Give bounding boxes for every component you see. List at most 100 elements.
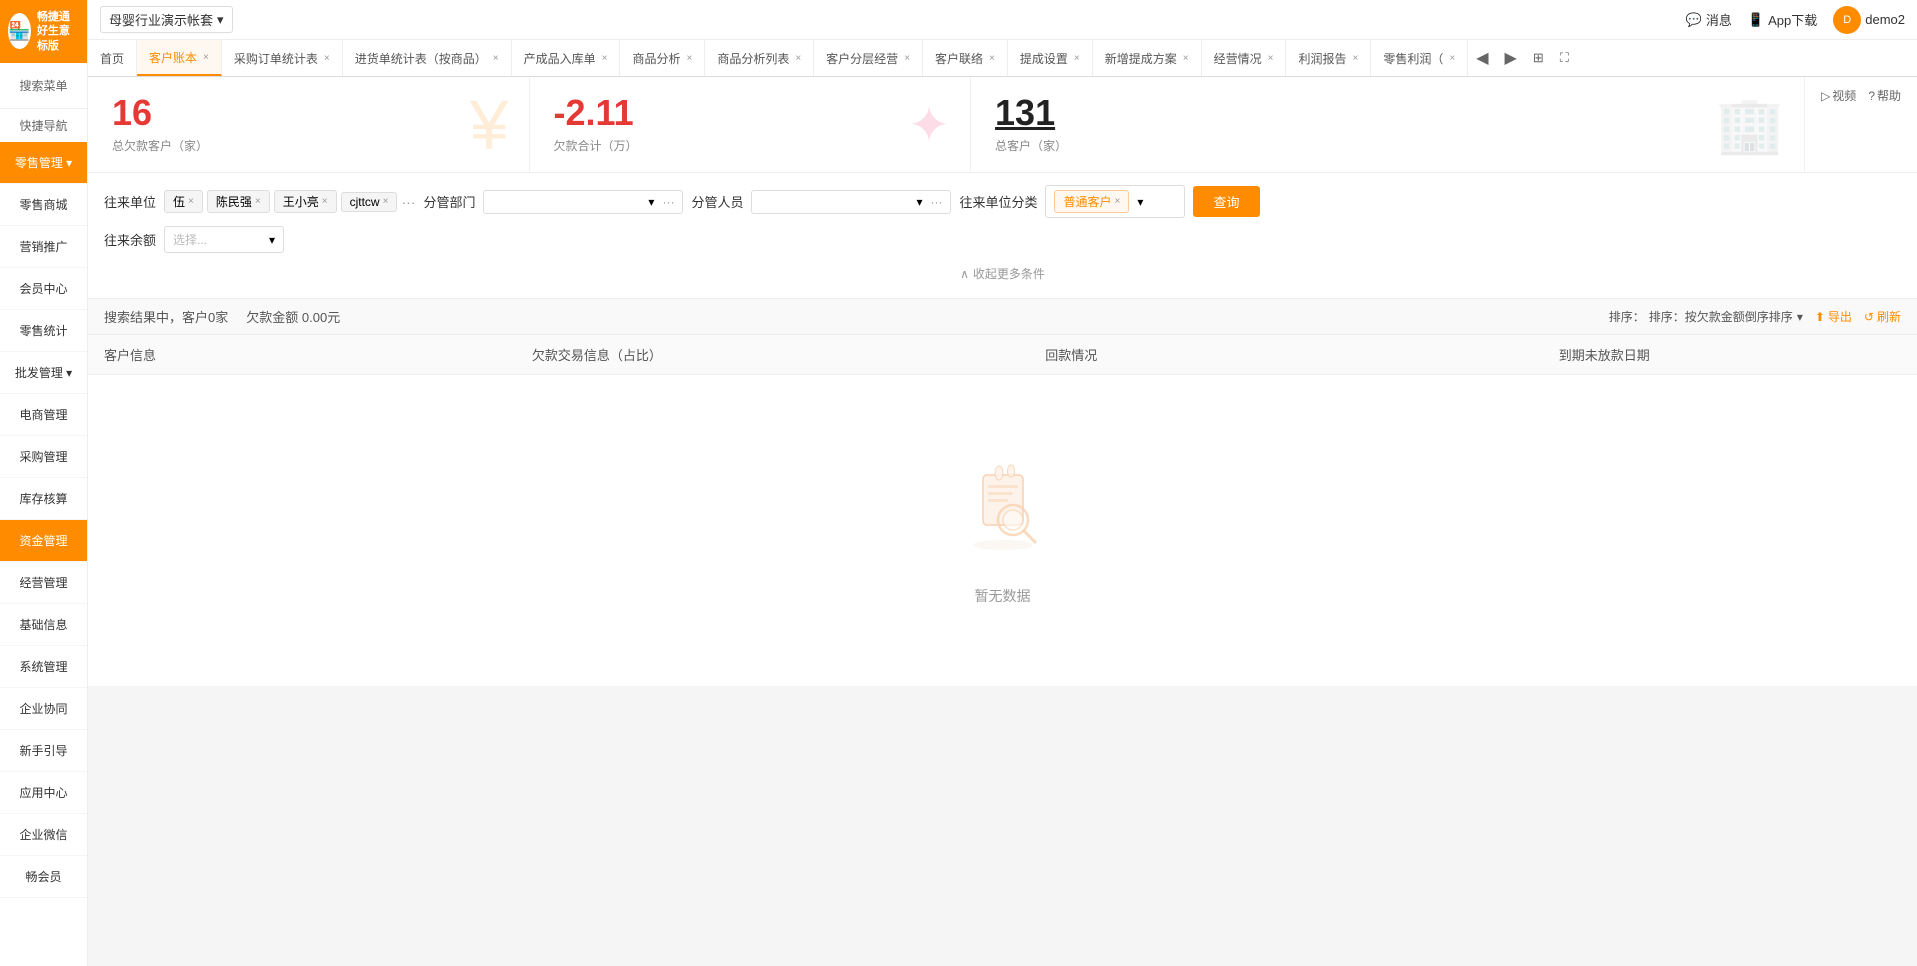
tab-close-contact[interactable]: × bbox=[989, 53, 995, 64]
tab-profit-report[interactable]: 利润报告 × bbox=[1286, 40, 1371, 76]
sidebar-item-sys-mgmt[interactable]: 系统管理 bbox=[0, 646, 87, 688]
tab-product-analysis[interactable]: 商品分析 × bbox=[620, 40, 705, 76]
user-avatar-area[interactable]: D demo2 bbox=[1833, 6, 1905, 34]
tab-close-stock[interactable]: × bbox=[493, 53, 499, 64]
tab-home[interactable]: 首页 bbox=[88, 40, 137, 76]
download-icon: 📱 bbox=[1748, 12, 1764, 28]
balance-select[interactable]: 选择... ▾ bbox=[164, 226, 284, 253]
sidebar-item-ops-mgmt[interactable]: 经营管理 bbox=[0, 562, 87, 604]
stat-debt-label: 欠款合计（万） bbox=[554, 137, 638, 154]
sidebar-item-purchase-mgmt[interactable]: 采购管理 bbox=[0, 436, 87, 478]
dept-select-arrow: ▾ bbox=[648, 195, 654, 209]
col-due-date: 到期未放款日期 bbox=[1559, 345, 1901, 364]
avatar: D bbox=[1833, 6, 1861, 34]
help-link[interactable]: ? 帮助 bbox=[1868, 87, 1901, 104]
tab-close-analysis-list[interactable]: × bbox=[795, 53, 801, 64]
sidebar-item-ecommerce[interactable]: 电商管理 bbox=[0, 394, 87, 436]
tab-menu-button[interactable]: ⊞ bbox=[1525, 50, 1552, 66]
username-label: demo2 bbox=[1865, 12, 1905, 27]
dept-select[interactable]: ▾ ··· bbox=[483, 190, 683, 214]
category-select-arrow: ▾ bbox=[1137, 195, 1143, 209]
refresh-button[interactable]: ↺ 刷新 bbox=[1864, 308, 1901, 325]
remove-tag-wang[interactable]: × bbox=[322, 196, 328, 207]
tab-close-accounts-receivable[interactable]: × bbox=[203, 52, 209, 63]
search-summary-bar: 搜索结果中，客户0家 欠款金额 0.00元 排序： 排序：按欠款金额倒序排序 ▾… bbox=[88, 299, 1917, 335]
refresh-icon: ↺ bbox=[1864, 310, 1874, 324]
tab-ops-status[interactable]: 经营情况 × bbox=[1202, 40, 1287, 76]
tab-close-segment[interactable]: × bbox=[904, 53, 910, 64]
tab-close-purchase[interactable]: × bbox=[324, 53, 330, 64]
col-customer-info: 客户信息 bbox=[104, 345, 532, 364]
tab-new-tips-plan[interactable]: 新增提成方案 × bbox=[1093, 40, 1202, 76]
sidebar-item-zero-retail[interactable]: 零售管理 ▾ bbox=[0, 142, 87, 184]
sidebar-item-enterprise-coop[interactable]: 企业协同 bbox=[0, 688, 87, 730]
sidebar-item-app-center[interactable]: 应用中心 bbox=[0, 772, 87, 814]
video-icon: ▷ bbox=[1821, 89, 1830, 103]
person-more-icon[interactable]: ··· bbox=[930, 195, 942, 209]
search-menu-button[interactable]: 搜索菜单 bbox=[8, 73, 79, 98]
table-header: 客户信息 欠款交易信息（占比） 回款情况 到期未放款日期 bbox=[88, 335, 1917, 375]
tab-customer-segment[interactable]: 客户分层经营 × bbox=[814, 40, 923, 76]
tab-close-retail-profit[interactable]: × bbox=[1449, 53, 1455, 64]
more-tags-button[interactable]: ··· bbox=[401, 194, 415, 210]
tab-stock-in-stats[interactable]: 进货单统计表（按商品） × bbox=[343, 40, 512, 76]
sidebar-item-vip-member[interactable]: 畅会员 bbox=[0, 856, 87, 898]
sidebar-item-retail-stats[interactable]: 零售统计 bbox=[0, 310, 87, 352]
sidebar-item-marketing[interactable]: 营销推广 bbox=[0, 226, 87, 268]
sidebar-item-enterprise-wx[interactable]: 企业微信 bbox=[0, 814, 87, 856]
sidebar-item-zero-mall[interactable]: 零售商城 bbox=[0, 184, 87, 226]
tab-tips-settings[interactable]: 提成设置 × bbox=[1008, 40, 1093, 76]
building-icon: 🏢 bbox=[1716, 92, 1784, 157]
sort-selector[interactable]: 排序： 排序：按欠款金额倒序排序 ▾ bbox=[1609, 308, 1803, 325]
tab-retail-profit[interactable]: 零售利润（ × bbox=[1371, 40, 1468, 76]
tab-bar: 首页 客户账本 × 采购订单统计表 × 进货单统计表（按商品） × 产成品入库单… bbox=[88, 40, 1917, 77]
sidebar-item-stock-check[interactable]: 库存核算 bbox=[0, 478, 87, 520]
remove-tag-wu[interactable]: × bbox=[188, 196, 194, 207]
tab-close-new-tips[interactable]: × bbox=[1183, 53, 1189, 64]
collapse-filters-button[interactable]: ∧ 收起更多条件 bbox=[960, 265, 1045, 282]
sidebar-item-new-guide[interactable]: 新手引导 bbox=[0, 730, 87, 772]
header-right: 💬 消息 📱 App下载 D demo2 bbox=[1686, 6, 1905, 34]
stat-debt-value: -2.11 bbox=[554, 95, 634, 131]
tab-product-stock-in[interactable]: 产成品入库单 × bbox=[512, 40, 621, 76]
content-area: ¥ 16 总欠款客户（家） ✦ -2.11 欠款合计（万） 🏢 131 总客户（… bbox=[88, 77, 1917, 966]
sidebar-item-fund-mgmt[interactable]: 资金管理 bbox=[0, 520, 87, 562]
balance-select-arrow: ▾ bbox=[269, 233, 275, 247]
empty-icon bbox=[953, 455, 1053, 574]
app-download-button[interactable]: 📱 App下载 bbox=[1748, 10, 1817, 29]
quick-nav-button[interactable]: 快捷导航 bbox=[0, 109, 87, 142]
message-button[interactable]: 💬 消息 bbox=[1686, 10, 1732, 29]
sidebar-item-batch-mgmt[interactable]: 批发管理 ▾ bbox=[0, 352, 87, 394]
sidebar-item-member-center[interactable]: 会员中心 bbox=[0, 268, 87, 310]
sidebar-item-basic-info[interactable]: 基础信息 bbox=[0, 604, 87, 646]
tab-close-analysis[interactable]: × bbox=[686, 53, 692, 64]
stat-customers-value: 131 bbox=[995, 95, 1055, 131]
person-select[interactable]: ▾ ··· bbox=[751, 190, 951, 214]
tab-scroll-right[interactable]: ▶ bbox=[1497, 48, 1525, 68]
account-name: 母婴行业演示帐套 bbox=[109, 10, 213, 29]
stat-debtors-value: 16 bbox=[112, 95, 152, 131]
video-link[interactable]: ▷ 视频 bbox=[1821, 87, 1856, 104]
unit-tag-cj: cjttcw × bbox=[341, 192, 398, 212]
tab-close-product[interactable]: × bbox=[602, 53, 608, 64]
stats-top-links: ▷ 视频 ? 帮助 bbox=[1805, 77, 1917, 172]
tab-product-analysis-list[interactable]: 商品分析列表 × bbox=[705, 40, 814, 76]
remove-tag-cj[interactable]: × bbox=[383, 196, 389, 207]
tab-close-profit[interactable]: × bbox=[1352, 53, 1358, 64]
tab-close-ops[interactable]: × bbox=[1268, 53, 1274, 64]
export-button[interactable]: ⬆ 导出 bbox=[1815, 308, 1852, 325]
query-button[interactable]: 查询 bbox=[1193, 186, 1259, 217]
dept-more-icon[interactable]: ··· bbox=[662, 195, 674, 209]
export-icon: ⬆ bbox=[1815, 310, 1825, 324]
tab-customer-contact[interactable]: 客户联络 × bbox=[923, 40, 1008, 76]
remove-category-tag[interactable]: × bbox=[1115, 196, 1121, 207]
unit-category-select[interactable]: 普通客户 × ▾ bbox=[1045, 185, 1185, 218]
tab-close-tips[interactable]: × bbox=[1074, 53, 1080, 64]
tab-expand-button[interactable]: ⛶ bbox=[1552, 50, 1577, 66]
remove-tag-chen[interactable]: × bbox=[255, 196, 261, 207]
tab-accounts-receivable[interactable]: 客户账本 × bbox=[137, 40, 222, 76]
tab-purchase-order-stats[interactable]: 采购订单统计表 × bbox=[222, 40, 343, 76]
top-header: 母婴行业演示帐套 ▾ 💬 消息 📱 App下载 D demo2 bbox=[88, 0, 1917, 40]
tab-scroll-left[interactable]: ◀ bbox=[1468, 48, 1496, 68]
account-selector[interactable]: 母婴行业演示帐套 ▾ bbox=[100, 6, 233, 33]
